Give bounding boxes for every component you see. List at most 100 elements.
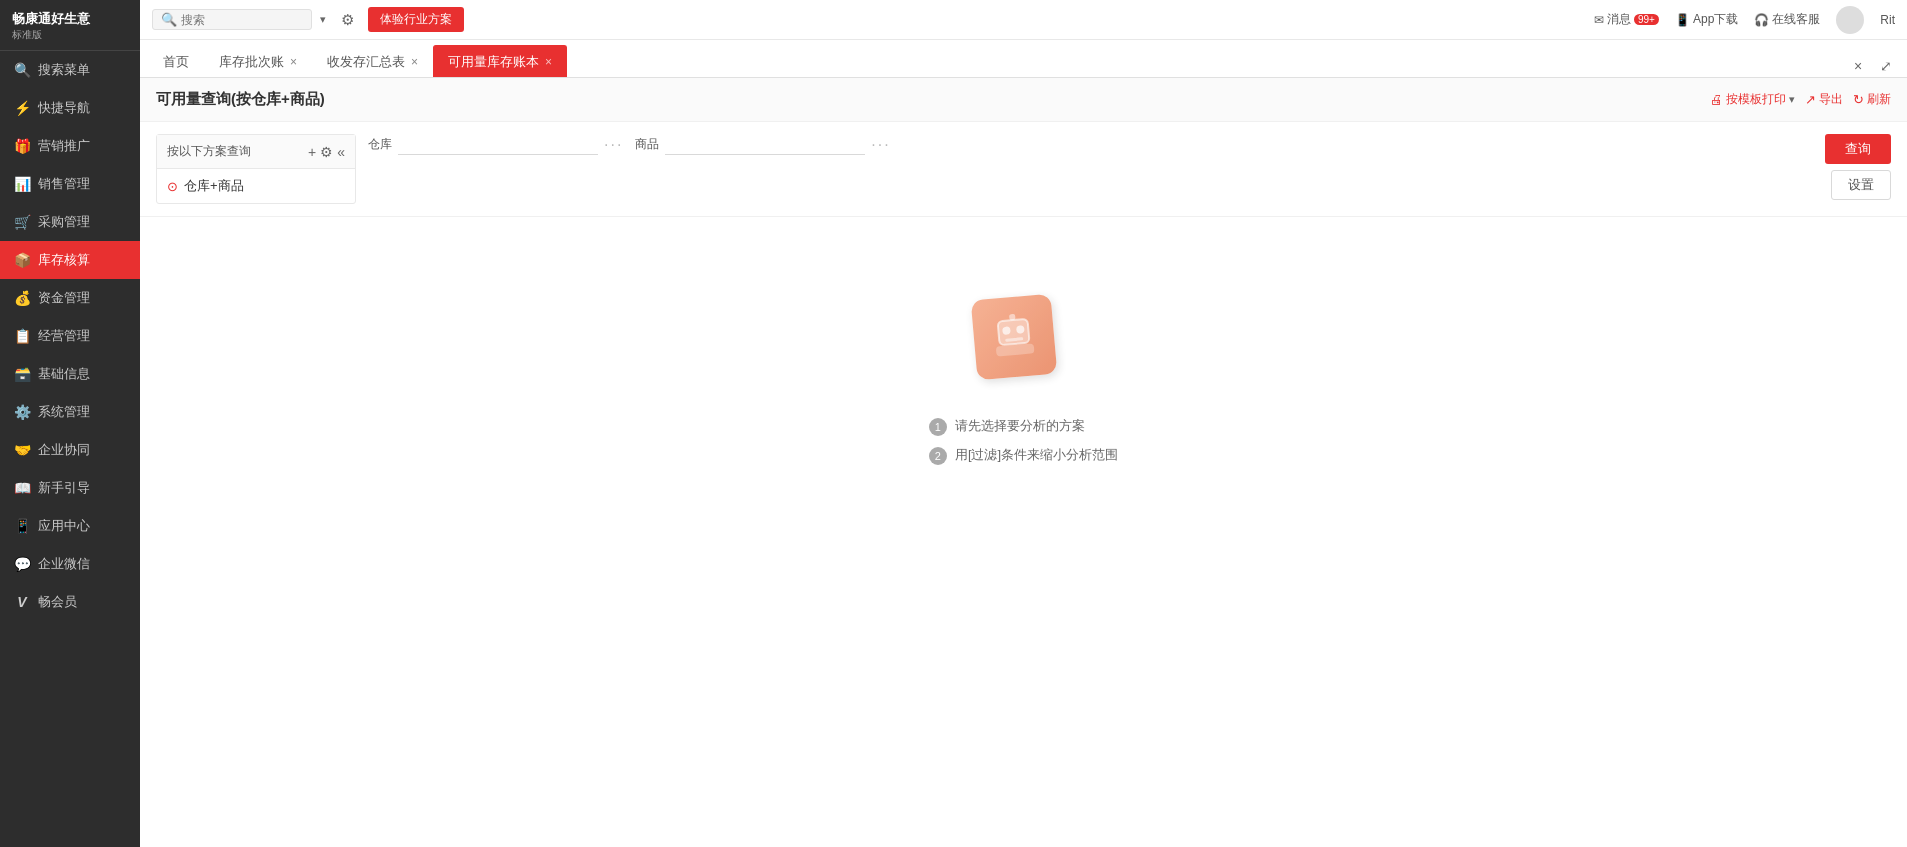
tip-number-2: 2 (929, 447, 947, 465)
sidebar-item-system[interactable]: ⚙️ 系统管理 (0, 393, 140, 431)
buttons-column: 查询 设置 (1825, 134, 1891, 200)
sidebar-label-guide: 新手引导 (38, 479, 90, 497)
sidebar-item-shortcut[interactable]: ⚡ 快捷导航 (0, 89, 140, 127)
sidebar-label-sales: 销售管理 (38, 175, 90, 193)
tab-summary[interactable]: 收发存汇总表 × (312, 45, 433, 77)
tab-summary-close[interactable]: × (411, 56, 418, 68)
mobile-icon: 📱 (14, 518, 30, 534)
close-icon: × (1854, 58, 1862, 74)
filter-inputs: 仓库 ··· 商品 ··· (368, 134, 1813, 155)
sidebar-item-marketing[interactable]: 🎁 营销推广 (0, 127, 140, 165)
sidebar: 畅康通好生意 标准版 🔍 搜索菜单 ⚡ 快捷导航 🎁 营销推广 📊 销售管理 🛒… (0, 0, 140, 847)
app-download-label: App下载 (1693, 11, 1738, 28)
print-label: 按模板打印 (1726, 91, 1786, 108)
warehouse-dots-button[interactable]: ··· (604, 136, 623, 154)
export-icon: ↗ (1805, 92, 1816, 107)
online-service-label: 在线客服 (1772, 11, 1820, 28)
dropdown-arrow-search[interactable]: ▾ (320, 13, 326, 26)
book-icon: 📖 (14, 480, 30, 496)
scheme-add-button[interactable]: + (308, 144, 316, 160)
app-download-action[interactable]: 📱 App下载 (1675, 11, 1738, 28)
search-box[interactable]: 🔍 (152, 9, 312, 30)
filter-settings-button[interactable]: 设置 (1831, 170, 1891, 200)
search-input[interactable] (181, 13, 281, 27)
sidebar-label-member: 畅会员 (38, 593, 77, 611)
scheme-settings-button[interactable]: ⚙ (320, 144, 333, 160)
settings-btn-header[interactable]: ⚙ (334, 7, 360, 33)
print-action[interactable]: 🖨 按模板打印 ▾ (1710, 91, 1795, 108)
sidebar-item-member[interactable]: V 畅会员 (0, 583, 140, 621)
empty-tips: 1 请先选择要分析的方案 2 用[过滤]条件来缩小分析范围 (929, 417, 1118, 465)
phone-icon: 📱 (1675, 13, 1690, 27)
tab-available-label: 可用量库存账本 (448, 53, 539, 71)
tab-actions: × ⤢ (1837, 55, 1907, 77)
sidebar-item-guide[interactable]: 📖 新手引导 (0, 469, 140, 507)
sidebar-item-basic[interactable]: 🗃️ 基础信息 (0, 355, 140, 393)
handshake-icon: 🤝 (14, 442, 30, 458)
goods-dots-button[interactable]: ··· (871, 136, 890, 154)
sidebar-item-sales[interactable]: 📊 销售管理 (0, 165, 140, 203)
wechat-icon: 💬 (14, 556, 30, 572)
sidebar-label-app: 应用中心 (38, 517, 90, 535)
tab-batch-close[interactable]: × (290, 56, 297, 68)
sidebar-label-search: 搜索菜单 (38, 61, 90, 79)
expand-icon: ⤢ (1880, 58, 1892, 74)
tab-home-label: 首页 (163, 53, 189, 71)
sidebar-item-inventory[interactable]: 📦 库存核算 (0, 241, 140, 279)
filter-scheme-header: 按以下方案查询 + ⚙ « (157, 135, 355, 169)
tab-bar: 首页 库存批次账 × 收发存汇总表 × 可用量库存账本 × × ⤢ (140, 40, 1907, 78)
sidebar-label-operation: 经营管理 (38, 327, 90, 345)
empty-state: 1 请先选择要分析的方案 2 用[过滤]条件来缩小分析范围 (140, 217, 1907, 545)
scheme-item-warehouse-goods[interactable]: ⊙ 仓库+商品 (157, 169, 355, 203)
money-icon: 💰 (14, 290, 30, 306)
header-actions: ✉ 消息 99+ 📱 App下载 🎧 在线客服 Rit (1594, 6, 1895, 34)
refresh-action[interactable]: ↻ 刷新 (1853, 91, 1891, 108)
tab-available[interactable]: 可用量库存账本 × (433, 45, 567, 77)
box-icon: 📦 (14, 252, 30, 268)
expand-button[interactable]: ⤢ (1875, 55, 1897, 77)
sidebar-item-finance[interactable]: 💰 资金管理 (0, 279, 140, 317)
close-all-button[interactable]: × (1847, 55, 1869, 77)
print-dropdown-arrow: ▾ (1789, 93, 1795, 106)
lightning-icon: ⚡ (14, 100, 30, 116)
user-avatar[interactable] (1836, 6, 1864, 34)
tip-text-2: 用[过滤]条件来缩小分析范围 (955, 446, 1118, 464)
refresh-label: 刷新 (1867, 91, 1891, 108)
tip-text-1: 请先选择要分析的方案 (955, 417, 1085, 435)
warehouse-input[interactable] (398, 134, 598, 155)
search-icon: 🔍 (14, 62, 30, 78)
title-actions: 🖨 按模板打印 ▾ ↗ 导出 ↻ 刷新 (1710, 91, 1891, 108)
page-inner: 可用量查询(按仓库+商品) 🖨 按模板打印 ▾ ↗ 导出 ↻ 刷新 (140, 78, 1907, 847)
app-subtitle: 标准版 (12, 28, 128, 42)
headset-icon: 🎧 (1754, 13, 1769, 27)
goods-input[interactable] (665, 134, 865, 155)
query-button[interactable]: 查询 (1825, 134, 1891, 164)
sidebar-item-search[interactable]: 🔍 搜索菜单 (0, 51, 140, 89)
message-action[interactable]: ✉ 消息 99+ (1594, 11, 1659, 28)
sidebar-label-wechat: 企业微信 (38, 555, 90, 573)
sidebar-scroll: 🔍 搜索菜单 ⚡ 快捷导航 🎁 营销推广 📊 销售管理 🛒 采购管理 📦 库存核… (0, 51, 140, 847)
clipboard-icon: 📋 (14, 328, 30, 344)
page-title-bar: 可用量查询(按仓库+商品) 🖨 按模板打印 ▾ ↗ 导出 ↻ 刷新 (140, 78, 1907, 122)
tab-home[interactable]: 首页 (148, 45, 204, 77)
online-service-action[interactable]: 🎧 在线客服 (1754, 11, 1820, 28)
chart-icon: 📊 (14, 176, 30, 192)
trial-button[interactable]: 体验行业方案 (368, 7, 464, 32)
scheme-actions: + ⚙ « (308, 144, 345, 160)
sidebar-item-app[interactable]: 📱 应用中心 (0, 507, 140, 545)
empty-illustration (974, 297, 1074, 397)
tab-batch[interactable]: 库存批次账 × (204, 45, 312, 77)
sidebar-item-enterprise[interactable]: 🤝 企业协同 (0, 431, 140, 469)
sidebar-item-operation[interactable]: 📋 经营管理 (0, 317, 140, 355)
sidebar-label-system: 系统管理 (38, 403, 90, 421)
robot-svg (986, 310, 1040, 364)
sidebar-item-wechat[interactable]: 💬 企业微信 (0, 545, 140, 583)
scheme-item-label: 仓库+商品 (184, 177, 244, 195)
gear-icon: ⚙️ (14, 404, 30, 420)
tab-available-close[interactable]: × (545, 56, 552, 68)
scheme-collapse-button[interactable]: « (337, 144, 345, 160)
goods-label: 商品 (635, 136, 659, 153)
export-action[interactable]: ↗ 导出 (1805, 91, 1843, 108)
message-badge: 99+ (1634, 14, 1659, 25)
sidebar-item-purchase[interactable]: 🛒 采购管理 (0, 203, 140, 241)
